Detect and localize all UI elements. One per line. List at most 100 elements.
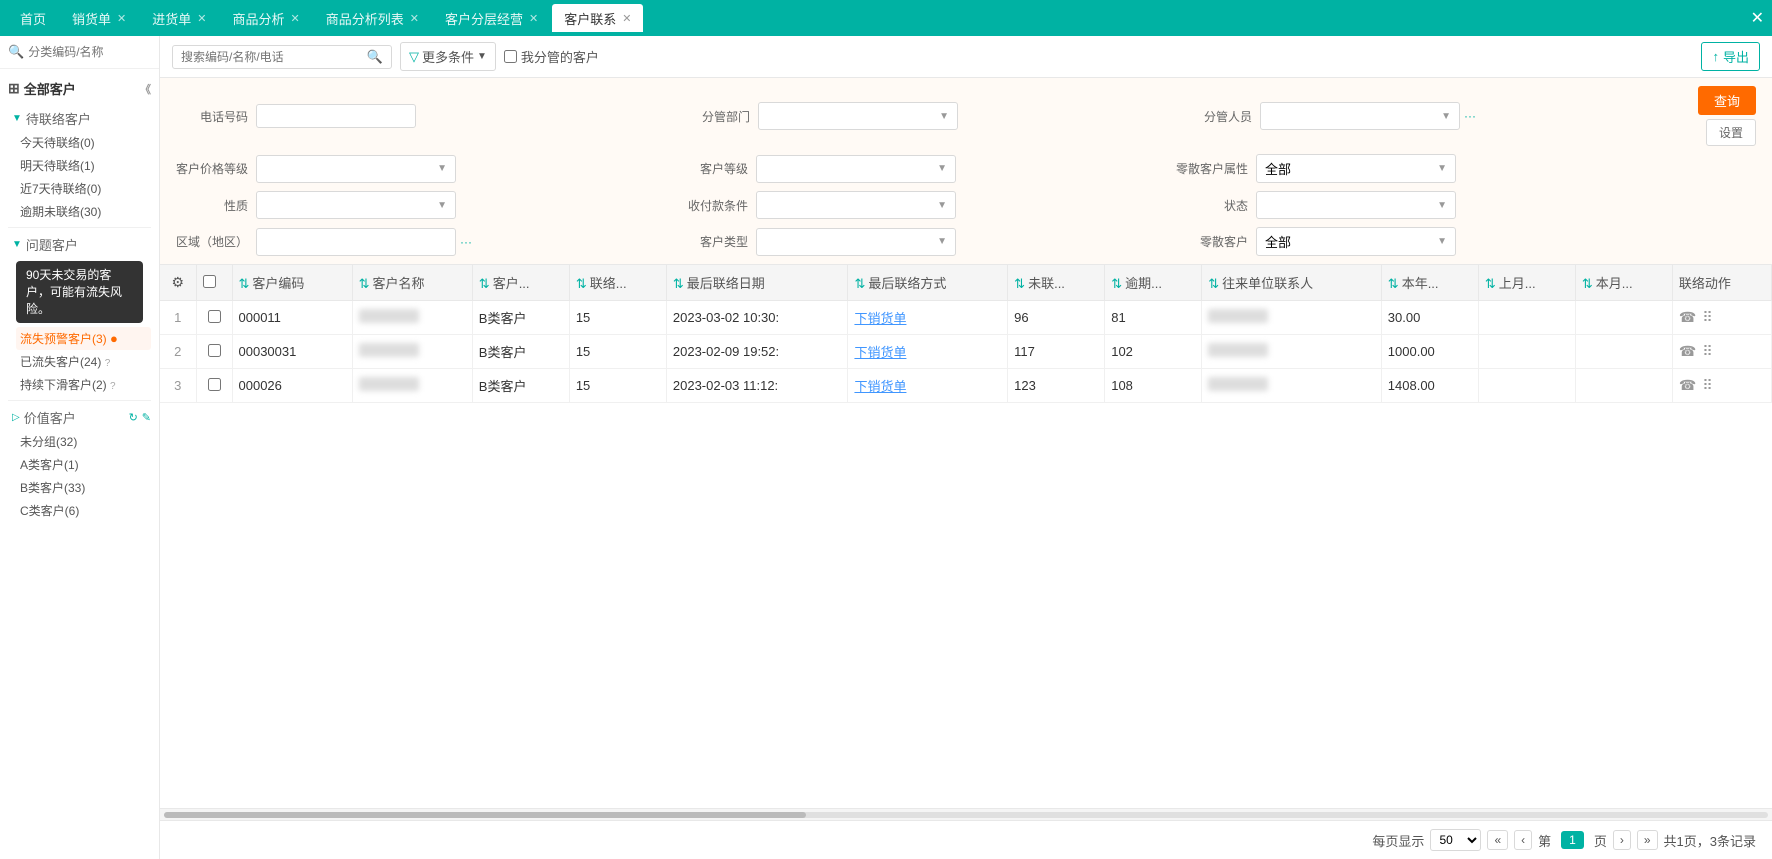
tab-goods-analysis-close[interactable]: ✕	[291, 12, 300, 25]
price-level-select[interactable]: ▼	[256, 155, 456, 183]
sidebar-item-today[interactable]: 今天待联络(0)	[16, 131, 151, 154]
status-select[interactable]: ▼	[1256, 191, 1456, 219]
type-select[interactable]: ▼	[756, 228, 956, 256]
row-name	[352, 369, 472, 403]
tab-home-label: 首页	[20, 9, 46, 28]
row-checkbox[interactable]	[208, 310, 221, 323]
row-checkbox[interactable]	[208, 378, 221, 391]
last-method-link[interactable]: 下销货单	[854, 379, 906, 394]
action-more-icon[interactable]: ⠿	[1702, 377, 1712, 394]
col-unlisted-sort-icon[interactable]: ⇅	[1014, 276, 1025, 291]
next-page-btn[interactable]: ›	[1613, 830, 1631, 850]
sidebar-group-problem[interactable]: ▼ 问题客户	[8, 232, 151, 257]
sidebar-item-ungrouped[interactable]: 未分组(32)	[16, 430, 151, 453]
col-overdue-sort-icon[interactable]: ⇅	[1111, 276, 1122, 291]
pending-group-items: 今天待联络(0) 明天待联络(1) 近7天待联络(0) 逾期未联络(30)	[8, 131, 151, 223]
col-code-sort-icon[interactable]: ⇅	[239, 276, 250, 291]
sidebar-item-churned[interactable]: 已流失客户(24) ?	[16, 350, 151, 373]
setting-btn[interactable]: 设置	[1706, 119, 1756, 146]
window-close-btn[interactable]: ✕	[1751, 8, 1764, 28]
first-page-btn[interactable]: «	[1487, 830, 1508, 850]
phone-input[interactable]	[256, 104, 416, 128]
sidebar-group-value[interactable]: ▷ 价值客户 ↻ ✎	[8, 405, 151, 430]
payment-select[interactable]: ▼	[756, 191, 956, 219]
col-this-month-sort-icon[interactable]: ⇅	[1582, 276, 1593, 291]
column-settings-icon[interactable]: ⚙	[171, 274, 184, 290]
row-seq: 1	[160, 301, 196, 335]
more-conditions-btn[interactable]: ▽ 更多条件 ▼	[400, 42, 496, 71]
tab-goods-list-close[interactable]: ✕	[410, 12, 419, 25]
action-contact-icon[interactable]: ☎	[1679, 343, 1696, 360]
col-last-method-sort-icon[interactable]: ⇅	[854, 276, 865, 291]
sidebar-item-class-c[interactable]: C类客户(6)	[16, 499, 151, 522]
sidebar-all-customers-title[interactable]: ⊞ 全部客户 《	[8, 75, 151, 102]
export-btn[interactable]: ↑ 导出	[1701, 42, 1760, 71]
tab-customer-contact-close[interactable]: ✕	[622, 12, 631, 25]
query-btn[interactable]: 查询	[1698, 86, 1756, 115]
sidebar-item-tomorrow[interactable]: 明天待联络(1)	[16, 154, 151, 177]
problem-tooltip: 90天未交易的客户，可能有流失风险。	[16, 261, 143, 323]
tab-customer-contact[interactable]: 客户联系 ✕	[552, 4, 643, 32]
tab-goods-analysis[interactable]: 商品分析 ✕	[220, 4, 311, 32]
zero-customer-select[interactable]: 全部 ▼	[1256, 227, 1456, 256]
gender-select[interactable]: ▼	[256, 191, 456, 219]
prev-page-btn[interactable]: ‹	[1514, 830, 1532, 850]
sidebar-item-churn-warning[interactable]: 流失预警客户(3) ●	[16, 327, 151, 350]
person-select[interactable]: ▼	[1260, 102, 1460, 130]
sidebar-item-class-b[interactable]: B类客户(33)	[16, 476, 151, 499]
col-type-sort-icon[interactable]: ⇅	[479, 276, 490, 291]
sidebar-item-declining[interactable]: 持续下滑客户(2) ?	[16, 373, 151, 396]
my-customers-checkbox-label[interactable]: 我分管的客户	[504, 47, 599, 66]
tab-goods-list[interactable]: 商品分析列表 ✕	[314, 4, 431, 32]
action-contact-icon[interactable]: ☎	[1679, 309, 1696, 326]
sidebar-group-pending[interactable]: ▼ 待联络客户	[8, 106, 151, 131]
scrollbar-track[interactable]	[164, 812, 1768, 818]
dept-select[interactable]: ▼	[758, 102, 958, 130]
level-select[interactable]: ▼	[756, 155, 956, 183]
col-last-month-sort-icon[interactable]: ⇅	[1485, 276, 1496, 291]
edit-icon[interactable]: ✎	[142, 411, 151, 424]
action-more-icon[interactable]: ⠿	[1702, 343, 1712, 360]
region-select[interactable]	[256, 228, 456, 256]
row-this-year: 30.00	[1381, 301, 1478, 335]
status-field: 状态 ▼	[1176, 191, 1676, 219]
tab-sales-close[interactable]: ✕	[117, 12, 126, 25]
zero-attr-select[interactable]: 全部 ▼	[1256, 154, 1456, 183]
last-method-link[interactable]: 下销货单	[854, 345, 906, 360]
row-last-date: 2023-03-02 10:30:	[666, 301, 848, 335]
search-icon[interactable]: 🔍	[367, 49, 383, 65]
last-page-btn[interactable]: »	[1637, 830, 1658, 850]
col-this-year-sort-icon[interactable]: ⇅	[1388, 276, 1399, 291]
tab-sales[interactable]: 销货单 ✕	[60, 4, 138, 32]
action-contact-icon[interactable]: ☎	[1679, 377, 1696, 394]
sidebar-item-overdue[interactable]: 逾期未联络(30)	[16, 200, 151, 223]
row-checkbox[interactable]	[208, 344, 221, 357]
grid-icon: ⊞	[8, 80, 20, 97]
row-unlisted: 117	[1008, 335, 1105, 369]
col-contact-person-sort-icon[interactable]: ⇅	[1208, 276, 1219, 291]
sidebar-item-7days[interactable]: 近7天待联络(0)	[16, 177, 151, 200]
tab-purchase-close[interactable]: ✕	[197, 12, 206, 25]
refresh-icon[interactable]: ↻	[129, 411, 138, 424]
person-more-btn[interactable]: ···	[1464, 109, 1476, 123]
select-all-checkbox[interactable]	[203, 275, 216, 288]
action-more-icon[interactable]: ⠿	[1702, 309, 1712, 326]
tab-home[interactable]: 首页	[8, 4, 58, 32]
sidebar-collapse-icon[interactable]: 《	[140, 81, 151, 97]
region-more-btn[interactable]: ···	[460, 235, 472, 249]
tab-customer-tier[interactable]: 客户分层经营 ✕	[433, 4, 550, 32]
scrollbar-thumb[interactable]	[164, 812, 806, 818]
last-method-link[interactable]: 下销货单	[854, 311, 906, 326]
tab-purchase[interactable]: 进货单 ✕	[140, 4, 218, 32]
per-page-select[interactable]: 50 100	[1430, 829, 1481, 851]
tab-customer-tier-close[interactable]: ✕	[529, 12, 538, 25]
horizontal-scrollbar[interactable]	[160, 808, 1772, 820]
col-contact-sort-icon[interactable]: ⇅	[576, 276, 587, 291]
sidebar-search-input[interactable]	[28, 45, 151, 59]
col-name-sort-icon[interactable]: ⇅	[359, 276, 370, 291]
col-last-date-sort-icon[interactable]: ⇅	[673, 276, 684, 291]
filter-search-input[interactable]	[181, 50, 367, 64]
filter-search-box: 🔍	[172, 45, 392, 69]
sidebar-item-class-a[interactable]: A类客户(1)	[16, 453, 151, 476]
my-customers-checkbox[interactable]	[504, 50, 517, 63]
